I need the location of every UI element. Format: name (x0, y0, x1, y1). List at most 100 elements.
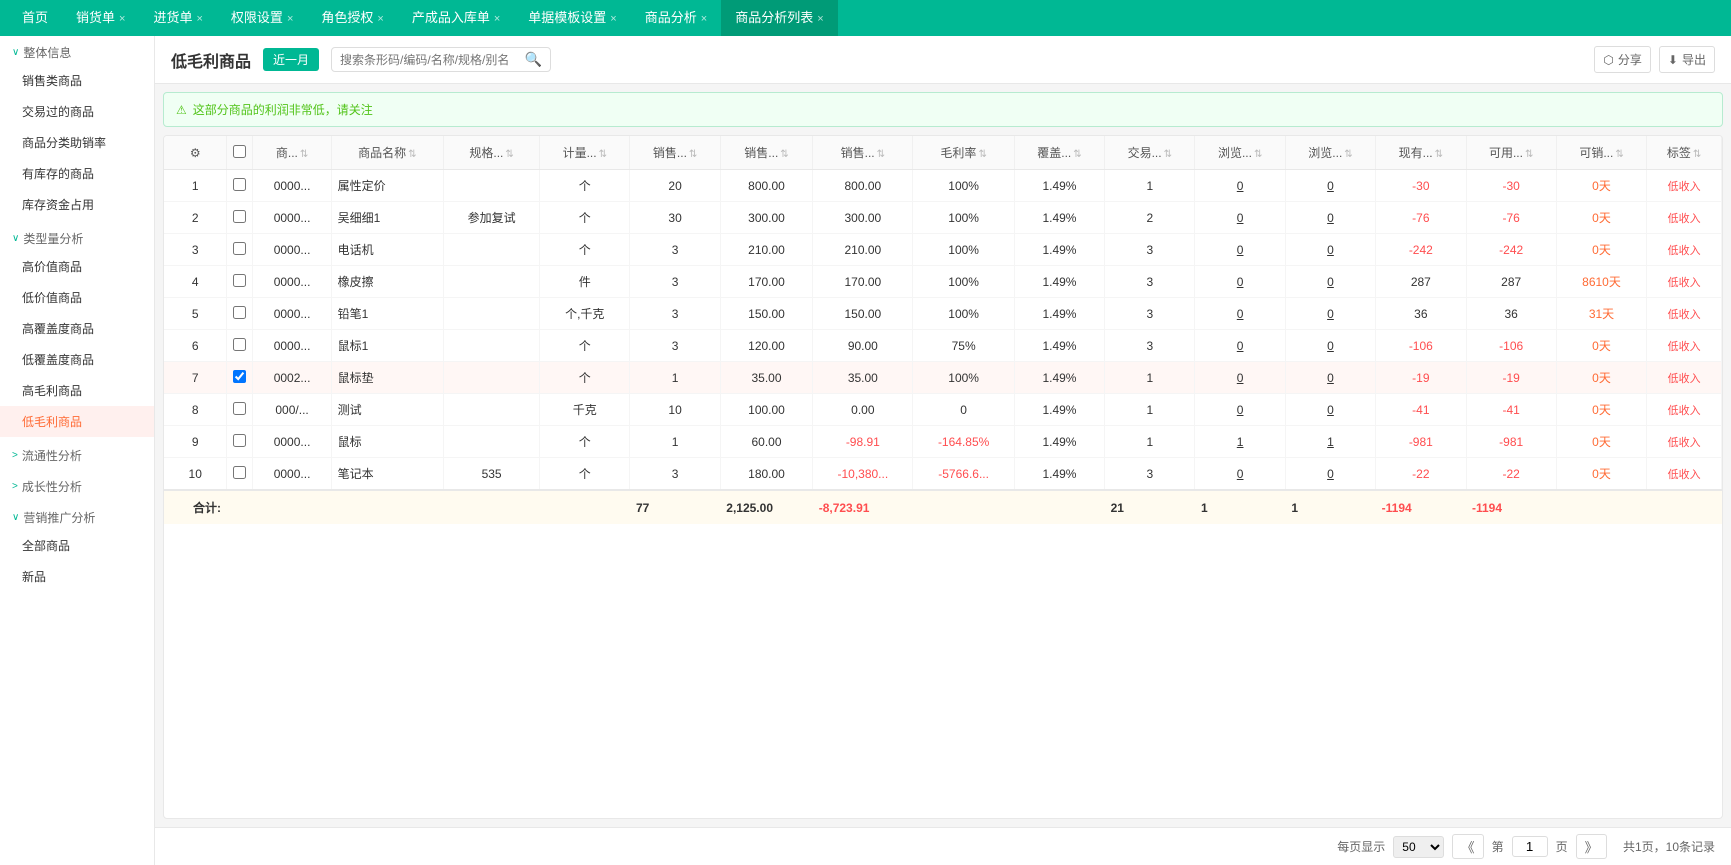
th-sales_profit[interactable]: 销售...⇅ (813, 136, 913, 170)
row-checkbox[interactable] (233, 210, 246, 223)
sidebar-group-title[interactable]: >成长性分析 (0, 470, 154, 499)
nav-item[interactable]: 产成品入库单× (398, 0, 514, 36)
search-input[interactable] (340, 53, 521, 67)
close-icon[interactable]: × (287, 13, 293, 25)
sidebar-item[interactable]: 有库存的商品 (0, 158, 154, 189)
th-saleable[interactable]: 可销...⇅ (1556, 136, 1646, 170)
browse-link[interactable]: 0 (1327, 243, 1334, 257)
close-icon[interactable]: × (196, 13, 202, 25)
row-checkbox[interactable] (233, 338, 246, 351)
row-checkbox[interactable] (233, 178, 246, 191)
prev-page-button[interactable]: 《 (1452, 834, 1483, 859)
th-available[interactable]: 可用...⇅ (1466, 136, 1556, 170)
sort-icon: ⇅ (505, 149, 513, 160)
th-tag[interactable]: 标签⇅ (1647, 136, 1722, 170)
th-spec[interactable]: 规格...⇅ (444, 136, 540, 170)
close-icon[interactable]: × (494, 13, 500, 25)
row-checkbox[interactable] (233, 434, 246, 447)
sidebar-item[interactable]: 销售类商品 (0, 65, 154, 96)
th-unit[interactable]: 计量...⇅ (540, 136, 630, 170)
sidebar-group-title[interactable]: ∨营销推广分析 (0, 501, 154, 530)
close-icon[interactable]: × (817, 13, 823, 25)
cell-checkbox (227, 362, 253, 394)
settings-icon[interactable]: ⚙ (190, 146, 201, 160)
browse-link[interactable]: 1 (1237, 435, 1244, 449)
nav-item[interactable]: 权限设置× (217, 0, 307, 36)
cell-code: 0002... (253, 362, 331, 394)
close-icon[interactable]: × (377, 13, 383, 25)
sidebar-item[interactable]: 高毛利商品 (0, 375, 154, 406)
sidebar-item[interactable]: 交易过的商品 (0, 96, 154, 127)
th-trade_count[interactable]: 交易...⇅ (1105, 136, 1195, 170)
sidebar-item[interactable]: 低覆盖度商品 (0, 344, 154, 375)
close-icon[interactable]: × (701, 13, 707, 25)
sidebar-item[interactable]: 低价值商品 (0, 282, 154, 313)
search-icon[interactable]: 🔍 (525, 51, 542, 68)
th-cover_rate[interactable]: 覆盖...⇅ (1014, 136, 1104, 170)
row-checkbox[interactable] (233, 274, 246, 287)
sidebar-item[interactable]: 新品 (0, 561, 154, 592)
th-current_stock[interactable]: 现有...⇅ (1376, 136, 1466, 170)
browse-link[interactable]: 0 (1237, 275, 1244, 289)
row-checkbox[interactable] (233, 402, 246, 415)
browse-link[interactable]: 0 (1327, 275, 1334, 289)
cell-spec (444, 298, 540, 330)
per-page-select[interactable]: 50 100 200 (1393, 836, 1444, 858)
th-code[interactable]: 商...⇅ (253, 136, 331, 170)
browse-link[interactable]: 0 (1327, 403, 1334, 417)
close-icon[interactable]: × (119, 13, 125, 25)
row-checkbox[interactable] (233, 370, 246, 383)
browse-link[interactable]: 0 (1237, 179, 1244, 193)
export-button[interactable]: ⬇ 导出 (1659, 46, 1715, 73)
th-browse2[interactable]: 浏览...⇅ (1285, 136, 1375, 170)
browse-link[interactable]: 0 (1327, 307, 1334, 321)
th-sales_qty[interactable]: 销售...⇅ (630, 136, 720, 170)
th-sales_price[interactable]: 销售...⇅ (720, 136, 812, 170)
browse-link[interactable]: 0 (1237, 403, 1244, 417)
browse-link[interactable]: 0 (1327, 339, 1334, 353)
row-checkbox[interactable] (233, 466, 246, 479)
browse-link[interactable]: 0 (1327, 179, 1334, 193)
nav-item[interactable]: 角色授权× (307, 0, 397, 36)
sidebar-item[interactable]: 高价值商品 (0, 251, 154, 282)
nav-item[interactable]: 商品分析列表× (721, 0, 837, 36)
sidebar-group-title[interactable]: ∨整体信息 (0, 36, 154, 65)
cell-tag: 低收入 (1647, 298, 1722, 330)
browse-link[interactable]: 0 (1327, 211, 1334, 225)
browse-link[interactable]: 1 (1327, 435, 1334, 449)
th-browse1[interactable]: 浏览...⇅ (1195, 136, 1285, 170)
nav-item[interactable]: 商品分析× (631, 0, 721, 36)
next-page-button[interactable]: 》 (1576, 834, 1607, 859)
browse-link[interactable]: 0 (1237, 467, 1244, 481)
nav-item[interactable]: 进货单× (139, 0, 216, 36)
close-icon[interactable]: × (610, 13, 616, 25)
browse-link[interactable]: 0 (1327, 467, 1334, 481)
sidebar-group-title[interactable]: ∨类型量分析 (0, 222, 154, 251)
row-checkbox[interactable] (233, 242, 246, 255)
th-gross_rate[interactable]: 毛利率⇅ (913, 136, 1014, 170)
nav-item[interactable]: 首页 (8, 0, 62, 36)
th-name[interactable]: 商品名称⇅ (331, 136, 443, 170)
sidebar-item[interactable]: 商品分类助销率 (0, 127, 154, 158)
sidebar-group-title[interactable]: >流通性分析 (0, 439, 154, 468)
share-button[interactable]: ⬡ 分享 (1594, 46, 1651, 73)
period-button[interactable]: 近一月 (263, 48, 319, 71)
browse-link[interactable]: 0 (1327, 371, 1334, 385)
sidebar-item[interactable]: 全部商品 (0, 530, 154, 561)
sidebar-item[interactable]: 低毛利商品 (0, 406, 154, 437)
row-checkbox[interactable] (233, 306, 246, 319)
browse-link[interactable]: 0 (1237, 307, 1244, 321)
page-input[interactable] (1512, 836, 1548, 857)
cell-sales_profit: 90.00 (813, 330, 913, 362)
browse-link[interactable]: 0 (1237, 243, 1244, 257)
browse-link[interactable]: 0 (1237, 339, 1244, 353)
table-row: 8000/...测试千克10100.000.0001.49%100-41-410… (164, 394, 1722, 426)
sidebar-item[interactable]: 高覆盖度商品 (0, 313, 154, 344)
sidebar-item[interactable]: 库存资金占用 (0, 189, 154, 220)
cell-sales_profit: 210.00 (813, 234, 913, 266)
browse-link[interactable]: 0 (1237, 211, 1244, 225)
nav-item[interactable]: 单据模板设置× (514, 0, 630, 36)
select-all-checkbox[interactable] (233, 145, 246, 158)
browse-link[interactable]: 0 (1237, 371, 1244, 385)
nav-item[interactable]: 销货单× (62, 0, 139, 36)
